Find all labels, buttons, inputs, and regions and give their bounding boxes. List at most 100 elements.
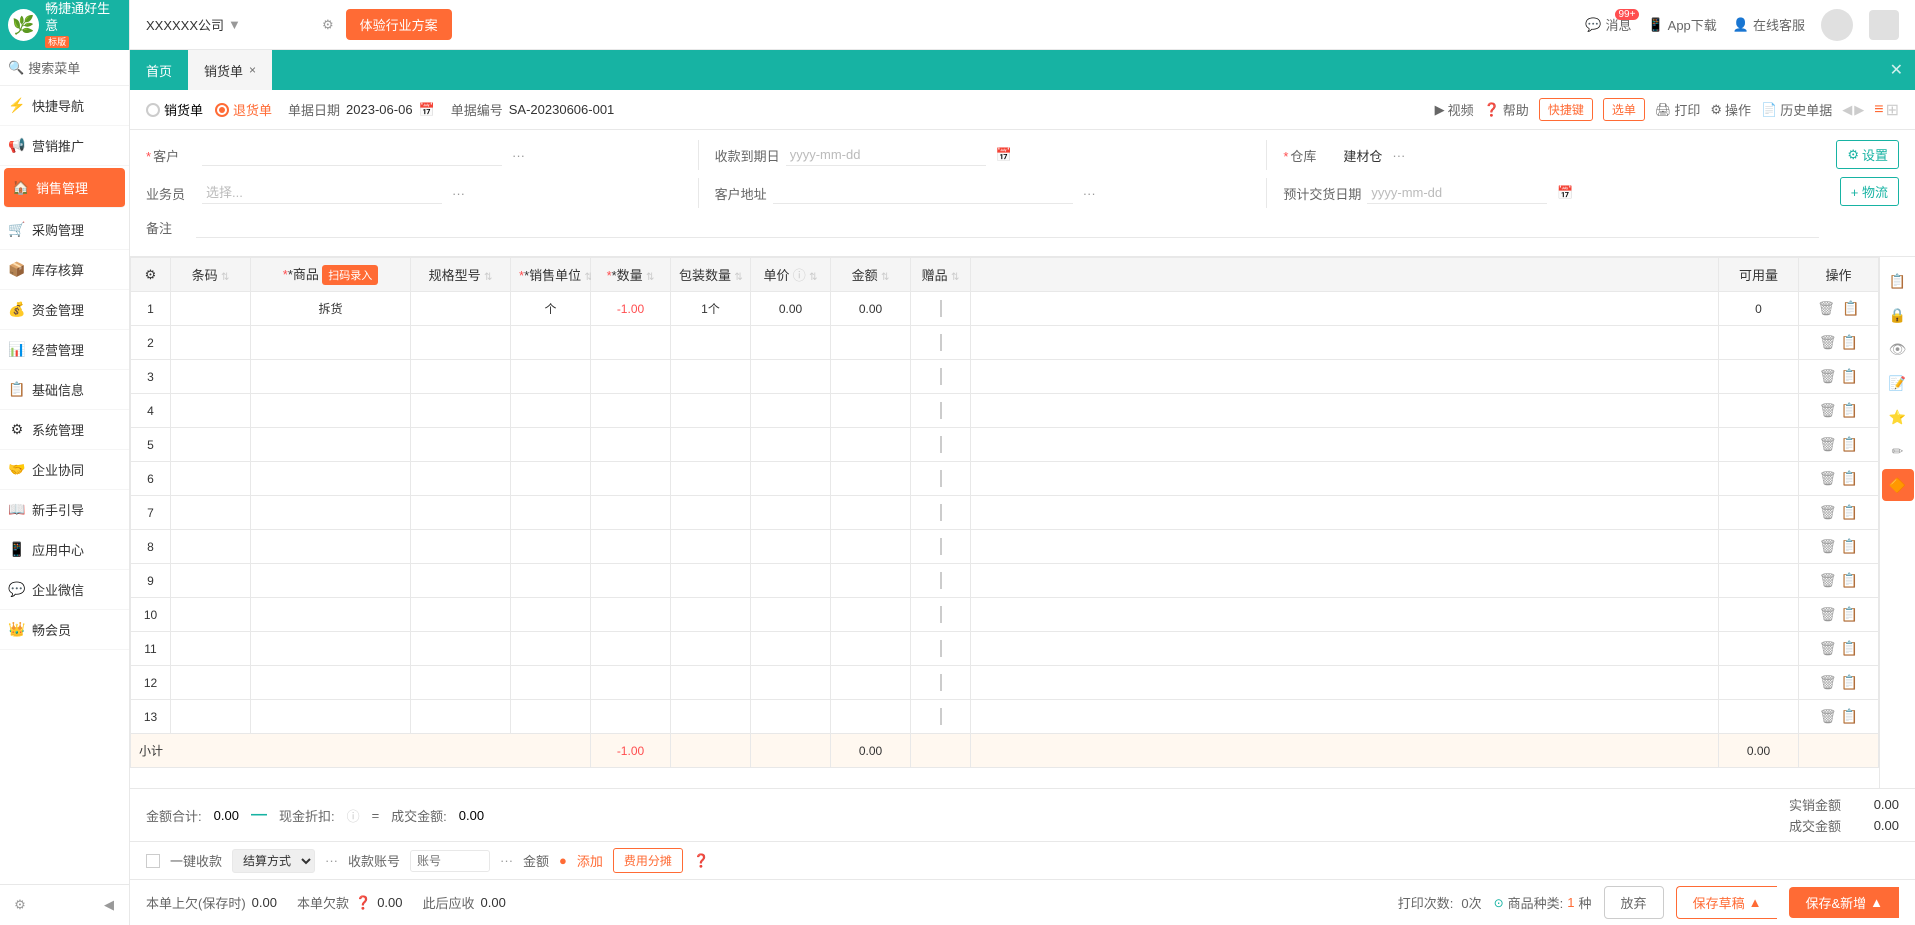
gift-checkbox[interactable] — [940, 674, 942, 691]
copy-icon[interactable]: 📋 — [1841, 640, 1858, 656]
payment-method-select[interactable]: 结算方式 — [232, 849, 315, 873]
delete-icon[interactable]: 🗑 — [1819, 504, 1837, 520]
sidebar-item-funds[interactable]: 💰 资金管理 — [0, 290, 129, 330]
gift-checkbox[interactable] — [940, 708, 942, 725]
add-payment-label[interactable]: 添加 — [577, 851, 603, 870]
copy-icon[interactable]: 📋 — [1841, 368, 1858, 384]
delete-icon[interactable]: 🗑 — [1819, 334, 1837, 350]
row-qty-1[interactable]: -1.00 — [591, 292, 671, 326]
delete-row-1-icon[interactable]: 🗑 — [1817, 300, 1835, 316]
user-menu[interactable] — [1869, 10, 1899, 40]
tab-sale-order[interactable]: 销货单 × — [188, 50, 272, 90]
row-pkgqty-1[interactable]: 1个 — [671, 292, 751, 326]
row-barcode-1[interactable] — [171, 292, 251, 326]
gift-checkbox[interactable] — [940, 606, 942, 623]
sidebar-item-sales[interactable]: 🏠 销售管理 — [4, 168, 125, 208]
salesperson-dots-icon[interactable]: ··· — [452, 186, 465, 201]
grid-view-icon[interactable]: ⊞ — [1886, 100, 1899, 120]
message-button[interactable]: 💬 消息 99+ — [1585, 15, 1631, 34]
sidebar-item-system[interactable]: ⚙ 系统管理 — [0, 410, 129, 450]
customer-dots-icon[interactable]: ··· — [512, 148, 525, 163]
right-panel-icon-3[interactable]: 👁 — [1882, 333, 1914, 365]
row-price-1[interactable]: 0.00 — [751, 292, 831, 326]
sidebar-item-inventory[interactable]: 📦 库存核算 — [0, 250, 129, 290]
gift-checkbox[interactable] — [940, 504, 942, 521]
row-gift-1[interactable] — [911, 292, 971, 326]
app-download-button[interactable]: 📱 App下载 — [1647, 15, 1716, 34]
copy-icon[interactable]: 📋 — [1841, 572, 1858, 588]
copy-icon[interactable]: 📋 — [1841, 504, 1858, 520]
print-btn[interactable]: 🖨 打印 — [1655, 100, 1701, 119]
delete-icon[interactable]: 🗑 — [1819, 368, 1837, 384]
right-panel-icon-1[interactable]: 📋 — [1882, 265, 1914, 297]
save-new-button[interactable]: 保存&新增 ▲ — [1789, 887, 1899, 918]
settings-bottom-icon[interactable]: ⚙ — [8, 893, 32, 917]
sidebar-item-operations[interactable]: 📊 经营管理 — [0, 330, 129, 370]
customer-address-input[interactable] — [773, 182, 1073, 204]
user-avatar[interactable] — [1821, 9, 1853, 41]
payment-date-input[interactable] — [786, 144, 986, 166]
copy-icon[interactable]: 📋 — [1841, 606, 1858, 622]
sidebar-item-basics[interactable]: 📋 基础信息 — [0, 370, 129, 410]
radio-sale[interactable]: 销货单 — [146, 100, 203, 119]
sidebar-item-purchase[interactable]: 🛒 采购管理 — [0, 210, 129, 250]
select-btn[interactable]: 选单 — [1603, 98, 1645, 121]
tab-home[interactable]: 首页 — [130, 50, 188, 90]
right-panel-icon-2[interactable]: 🔒 — [1882, 299, 1914, 331]
delete-icon[interactable]: 🗑 — [1819, 640, 1837, 656]
gift-checkbox[interactable] — [940, 368, 942, 385]
sidebar-item-newbie[interactable]: 📖 新手引导 — [0, 490, 129, 530]
operation-btn[interactable]: ⚙ 操作 — [1710, 100, 1751, 119]
right-panel-icon-5[interactable]: ⭐ — [1882, 401, 1914, 433]
delivery-date-input[interactable] — [1367, 182, 1547, 204]
sidebar-item-wechat[interactable]: 💬 企业微信 — [0, 570, 129, 610]
delete-icon[interactable]: 🗑 — [1819, 470, 1837, 486]
copy-row-1-icon[interactable]: 📋 — [1842, 300, 1859, 316]
copy-icon[interactable]: 📋 — [1841, 470, 1858, 486]
address-dots-icon[interactable]: ··· — [1083, 186, 1096, 201]
sidebar-item-apps[interactable]: 📱 应用中心 — [0, 530, 129, 570]
delete-icon[interactable]: 🗑 — [1819, 402, 1837, 418]
gift-checkbox[interactable] — [940, 334, 942, 351]
save-draft-button[interactable]: 保存草稿 ▲ — [1676, 886, 1778, 919]
row-spec-1[interactable] — [411, 292, 511, 326]
collapse-icon[interactable]: ◀ — [97, 893, 121, 917]
delete-icon[interactable]: 🗑 — [1819, 538, 1837, 554]
delete-icon[interactable]: 🗑 — [1819, 708, 1837, 724]
trial-button[interactable]: 体验行业方案 — [346, 9, 452, 40]
calendar-icon[interactable]: 📅 — [419, 102, 435, 118]
scan-button[interactable]: 扫码录入 — [322, 265, 378, 285]
help-btn[interactable]: ❓ 帮助 — [1484, 100, 1529, 119]
delete-icon[interactable]: 🗑 — [1819, 674, 1837, 690]
copy-icon[interactable]: 📋 — [1841, 674, 1858, 690]
online-support-button[interactable]: 👤 在线客服 — [1733, 15, 1805, 34]
logistics-button[interactable]: + 物流 — [1840, 177, 1899, 206]
close-all-tabs-icon[interactable]: ✕ — [1890, 60, 1903, 80]
tab-close-icon[interactable]: × — [249, 63, 256, 77]
copy-icon[interactable]: 📋 — [1841, 538, 1858, 554]
gift-checkbox[interactable] — [940, 470, 942, 487]
topbar-gear-icon[interactable]: ⚙ — [322, 17, 334, 33]
gift-checkbox[interactable] — [940, 572, 942, 589]
delete-icon[interactable]: 🗑 — [1819, 606, 1837, 622]
delivery-date-calendar-icon[interactable]: 📅 — [1557, 185, 1573, 201]
table-settings-icon[interactable]: ⚙ — [145, 267, 157, 282]
row-unit-1[interactable]: 个 — [511, 292, 591, 326]
row-product-1[interactable]: 拆货 — [251, 292, 411, 326]
shortcut-btn[interactable]: 快捷键 — [1539, 98, 1593, 121]
video-btn[interactable]: ▶ 视频 — [1435, 100, 1474, 119]
expense-split-button[interactable]: 费用分摊 — [613, 848, 683, 873]
payment-date-calendar-icon[interactable]: 📅 — [996, 147, 1012, 163]
copy-icon[interactable]: 📋 — [1841, 334, 1858, 350]
gift-checkbox[interactable] — [940, 436, 942, 453]
delete-icon[interactable]: 🗑 — [1819, 436, 1837, 452]
account-dots-icon[interactable]: ··· — [500, 853, 513, 868]
remarks-input[interactable] — [196, 216, 1819, 238]
discard-button[interactable]: 放弃 — [1604, 886, 1664, 919]
radio-return[interactable]: 退货单 — [215, 100, 272, 119]
copy-icon[interactable]: 📋 — [1841, 436, 1858, 452]
right-panel-icon-6[interactable]: ✏ — [1882, 435, 1914, 467]
prev-arrow-icon[interactable]: ◀ — [1842, 102, 1852, 118]
sidebar-item-marketing[interactable]: 📢 营销推广 — [0, 126, 129, 166]
gift-checkbox[interactable] — [940, 402, 942, 419]
